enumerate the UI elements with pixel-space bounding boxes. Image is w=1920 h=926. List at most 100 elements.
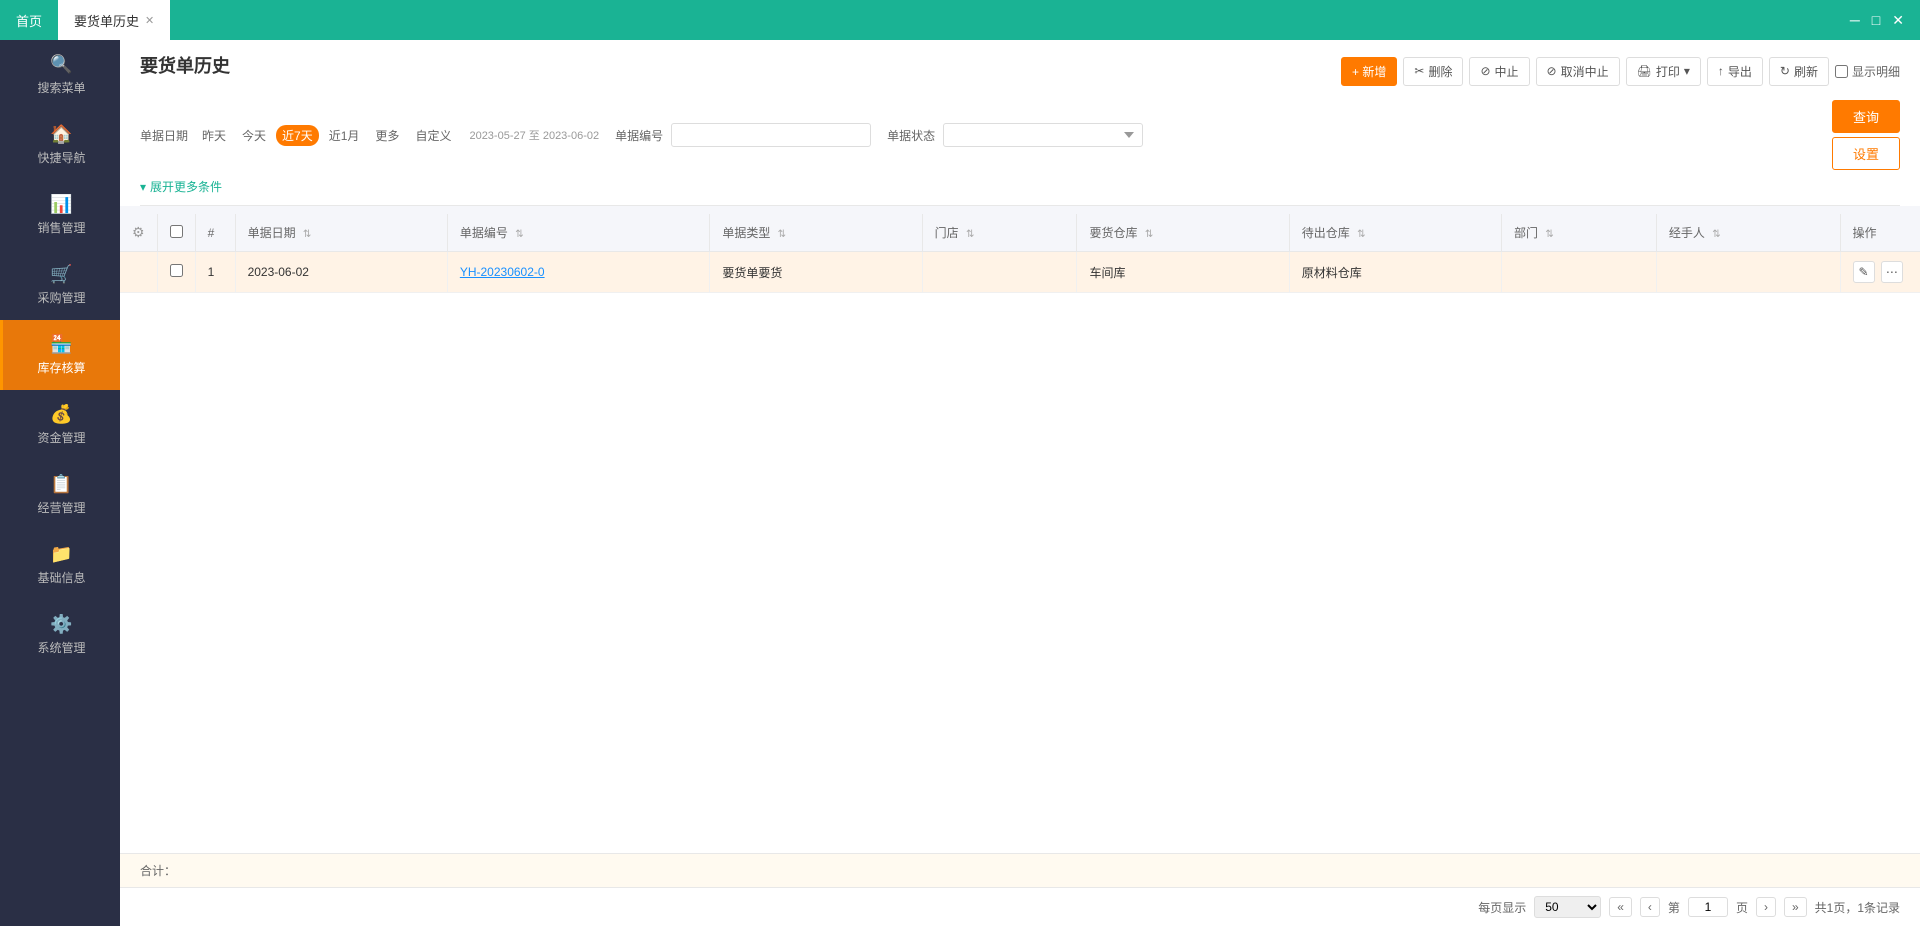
- row-date: 2023-06-02: [235, 252, 447, 293]
- number-column-header[interactable]: 单据编号 ⇅: [447, 214, 709, 252]
- date-btn-yesterday[interactable]: 昨天: [196, 125, 232, 146]
- query-button[interactable]: 查询: [1832, 100, 1900, 133]
- table-footer: 合计：: [120, 853, 1920, 887]
- close-window-icon[interactable]: ✕: [1892, 12, 1904, 29]
- refresh-button[interactable]: ↻ 刷新: [1769, 57, 1829, 86]
- print-icon: 🖨: [1637, 64, 1652, 78]
- tab-home[interactable]: 首页: [0, 0, 58, 40]
- expand-icon: ▾: [140, 180, 146, 194]
- expand-label: 展开更多条件: [150, 178, 222, 195]
- per-page-select[interactable]: 10 20 50 100: [1534, 896, 1601, 918]
- first-page-button[interactable]: «: [1609, 897, 1632, 917]
- date-btn-7days[interactable]: 近7天: [276, 125, 319, 146]
- minimize-icon[interactable]: ─: [1850, 12, 1860, 28]
- store-col-label: 门店: [935, 226, 959, 240]
- pending-warehouse-column-header[interactable]: 待出仓库 ⇅: [1289, 214, 1501, 252]
- sidebar-item-purchase[interactable]: 🛒 采购管理: [0, 250, 120, 320]
- sidebar-item-base-info[interactable]: 📁 基础信息: [0, 530, 120, 600]
- table-body: 1 2023-06-02 YH-20230602-0 要货单要货 车间库 原材料…: [120, 252, 1920, 293]
- sidebar-label-purchase: 采购管理: [37, 289, 85, 306]
- new-button[interactable]: + 新增: [1341, 57, 1397, 86]
- stop-icon: ⊘: [1480, 64, 1490, 78]
- action-column-header: 操作: [1840, 214, 1920, 252]
- expand-more[interactable]: ▾ 展开更多条件: [140, 178, 1900, 195]
- dept-sort-icon: ⇅: [1545, 229, 1553, 240]
- date-btn-1month[interactable]: 近1月: [323, 125, 366, 146]
- sidebar-label-inventory: 库存核算: [37, 359, 85, 376]
- next-page-button[interactable]: ›: [1756, 897, 1776, 917]
- handler-sort-icon: ⇅: [1712, 229, 1720, 240]
- sidebar-label-finance: 资金管理: [37, 429, 85, 446]
- column-settings-icon[interactable]: ⚙: [132, 224, 145, 240]
- dept-column-header[interactable]: 部门 ⇅: [1502, 214, 1657, 252]
- refresh-icon: ↻: [1780, 64, 1790, 78]
- cancel-stop-button[interactable]: ⊘ 取消中止: [1536, 57, 1620, 86]
- handler-col-label: 经手人: [1669, 226, 1705, 240]
- handler-column-header[interactable]: 经手人 ⇅: [1656, 214, 1840, 252]
- content-area: 要货单历史 + 新增 ✂ 删除 ⊘ 中止 ⊘ 取消中止: [120, 40, 1920, 926]
- base-info-icon: 📁: [50, 544, 72, 565]
- date-col-label: 单据日期: [248, 226, 296, 240]
- date-btn-custom[interactable]: 自定义: [409, 125, 457, 146]
- doc-number-input[interactable]: [671, 123, 871, 147]
- sidebar-item-search[interactable]: 🔍 搜索菜单: [0, 40, 120, 110]
- export-button[interactable]: ↑ 导出: [1707, 57, 1763, 86]
- last-page-button[interactable]: »: [1784, 897, 1807, 917]
- display-detail-label[interactable]: 显示明细: [1835, 63, 1900, 80]
- delete-button[interactable]: ✂ 删除: [1403, 57, 1463, 86]
- sidebar-item-finance[interactable]: 💰 资金管理: [0, 390, 120, 460]
- date-range-text: 2023-05-27 至 2023-06-02: [469, 127, 599, 143]
- row-edit-button[interactable]: ✎: [1853, 261, 1875, 283]
- index-column-header: #: [195, 214, 235, 252]
- date-filter-label: 单据日期: [140, 127, 188, 144]
- tab-close-icon[interactable]: ✕: [145, 14, 154, 27]
- type-column-header[interactable]: 单据类型 ⇅: [710, 214, 922, 252]
- store-sort-icon: ⇅: [966, 229, 974, 240]
- prev-page-button[interactable]: ‹: [1640, 897, 1660, 917]
- date-btn-today[interactable]: 今天: [236, 125, 272, 146]
- doc-status-filter-group: 单据状态: [887, 123, 1143, 147]
- date-column-header[interactable]: 单据日期 ⇅: [235, 214, 447, 252]
- stop-button[interactable]: ⊘ 中止: [1469, 57, 1529, 86]
- sidebar-item-quick-nav[interactable]: 🏠 快捷导航: [0, 110, 120, 180]
- date-btn-more[interactable]: 更多: [369, 125, 405, 146]
- store-column-header[interactable]: 门店 ⇅: [922, 214, 1077, 252]
- req-warehouse-column-header[interactable]: 要货仓库 ⇅: [1077, 214, 1289, 252]
- page-unit: 页: [1736, 899, 1748, 916]
- sidebar-item-inventory[interactable]: 🏪 库存核算: [0, 320, 120, 390]
- sidebar: 🔍 搜索菜单 🏠 快捷导航 📊 销售管理 🛒 采购管理 🏪 库存核算 💰 资金管…: [0, 40, 120, 926]
- page-number-input[interactable]: [1688, 897, 1728, 917]
- maximize-icon[interactable]: □: [1872, 12, 1880, 28]
- tab-label: 要货单历史: [74, 11, 139, 30]
- date-filter-group: 单据日期 昨天 今天 近7天 近1月 更多 自定义 2023-05-27 至 2…: [140, 125, 599, 146]
- query-button-group: 查询 设置: [1832, 100, 1900, 170]
- home-icon: 🏠: [50, 124, 72, 145]
- row-number[interactable]: YH-20230602-0: [447, 252, 709, 293]
- page-label: 第: [1668, 899, 1680, 916]
- sidebar-item-sales[interactable]: 📊 销售管理: [0, 180, 120, 250]
- row-action: ✎ ⋯: [1840, 252, 1920, 293]
- row-checkbox[interactable]: [170, 264, 183, 277]
- display-detail-checkbox[interactable]: [1835, 65, 1848, 78]
- settings-column-header[interactable]: ⚙: [120, 214, 157, 252]
- row-settings-cell: [120, 252, 157, 293]
- window-controls: ─ □ ✕: [1850, 12, 1920, 29]
- number-sort-icon: ⇅: [515, 229, 523, 240]
- page-title: 要货单历史: [140, 52, 230, 78]
- finance-icon: 💰: [50, 404, 72, 425]
- sidebar-item-system[interactable]: ⚙️ 系统管理: [0, 600, 120, 670]
- settings-filter-button[interactable]: 设置: [1832, 137, 1900, 170]
- doc-status-select[interactable]: [943, 123, 1143, 147]
- sidebar-item-operations[interactable]: 📋 经营管理: [0, 460, 120, 530]
- doc-number-filter-group: 单据编号: [615, 123, 871, 147]
- table-wrapper: ⚙ # 单据日期 ⇅ 单据编号 ⇅: [120, 214, 1920, 853]
- select-all-checkbox[interactable]: [170, 225, 183, 238]
- req-warehouse-col-label: 要货仓库: [1089, 226, 1137, 240]
- print-button[interactable]: 🖨 打印 ▾: [1626, 57, 1701, 86]
- date-shortcuts: 昨天 今天 近7天 近1月 更多 自定义: [196, 125, 457, 146]
- data-table: ⚙ # 单据日期 ⇅ 单据编号 ⇅: [120, 214, 1920, 293]
- row-type: 要货单要货: [710, 252, 922, 293]
- row-more-button[interactable]: ⋯: [1881, 261, 1903, 283]
- tab-requisition-history[interactable]: 要货单历史 ✕: [58, 0, 170, 40]
- row-checkbox-cell[interactable]: [157, 252, 195, 293]
